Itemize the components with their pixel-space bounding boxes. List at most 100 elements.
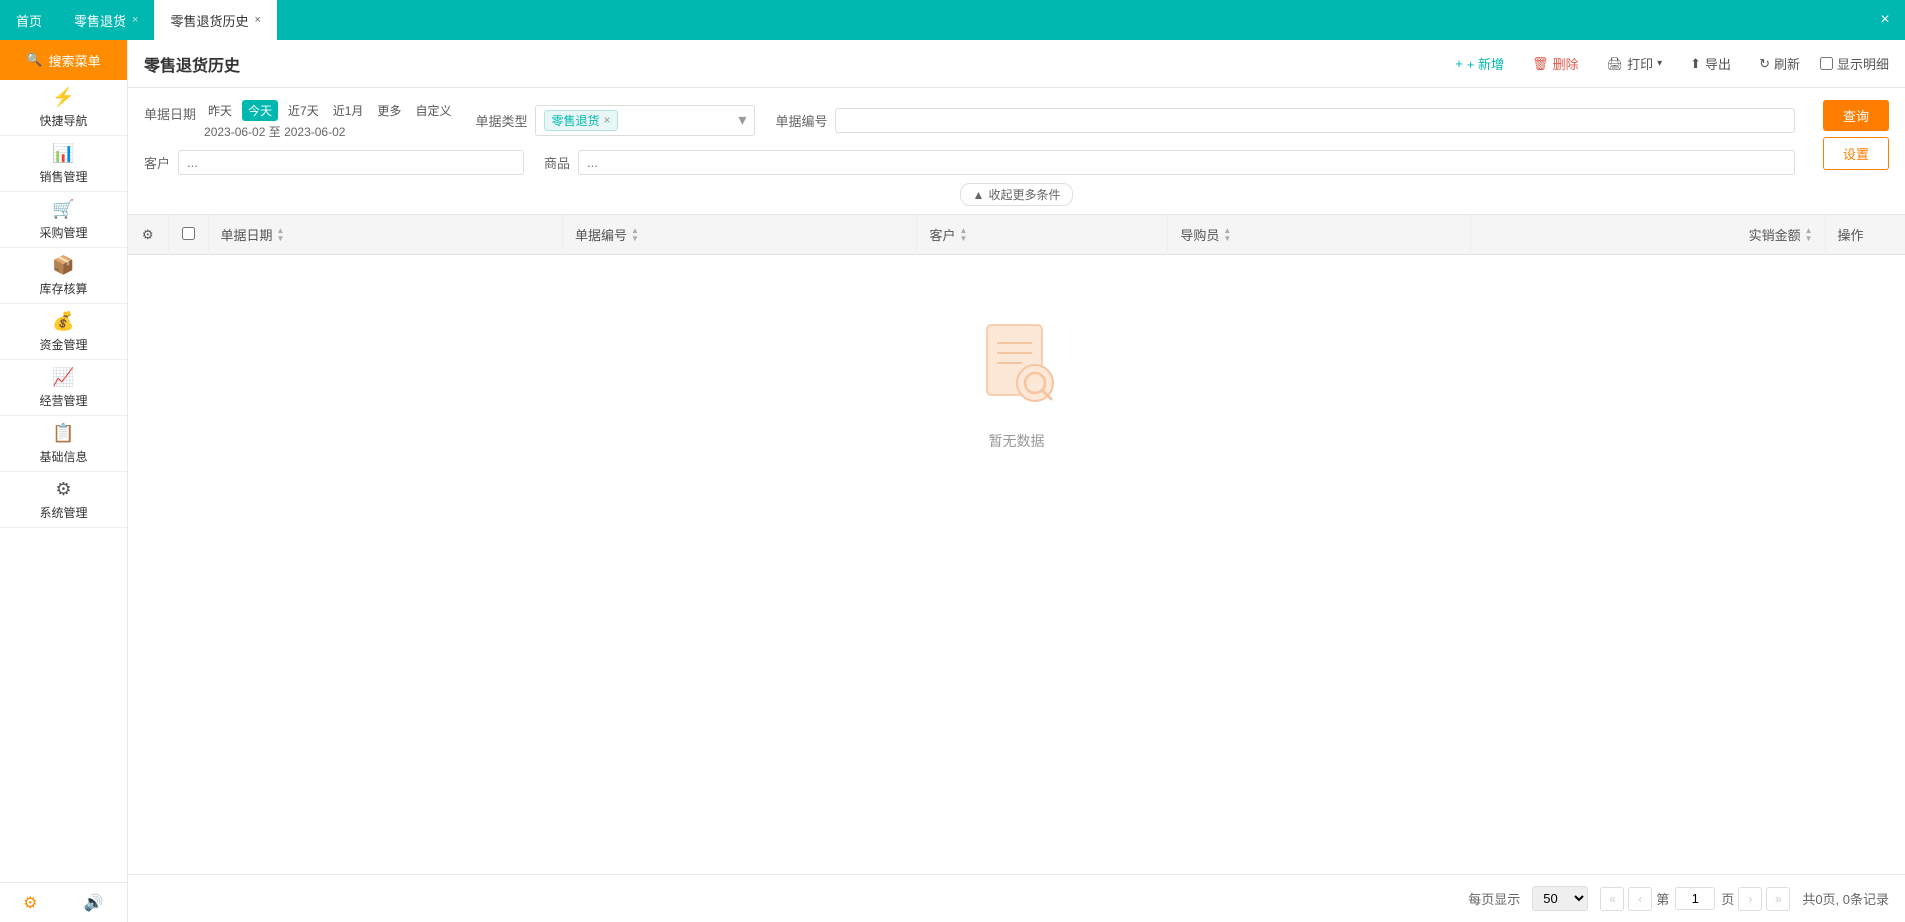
sidebar-search-label: 搜索菜单 (49, 51, 101, 70)
operations-icon: 📈 (52, 367, 74, 388)
sidebar-settings-button[interactable]: ⚙ (23, 893, 37, 913)
quick-nav-icon: ⚡ (52, 87, 74, 108)
th-settings[interactable]: ⚙ (128, 215, 168, 255)
page-size-select[interactable]: 10 20 50 100 (1532, 886, 1588, 911)
date-option-today[interactable]: 今天 (242, 100, 278, 121)
sidebar-item-operations[interactable]: 📈 经营管理 (0, 360, 127, 416)
tab-retail-return-history-close[interactable]: × (254, 14, 260, 26)
voucher-filter-input[interactable] (844, 113, 1786, 128)
th-checkbox[interactable] (168, 215, 208, 255)
tab-retail-return-close[interactable]: × (132, 14, 138, 26)
purchase-icon: 🛒 (52, 199, 74, 220)
sidebar-item-basic-info-label: 基础信息 (39, 448, 87, 465)
query-button[interactable]: 查询 (1823, 100, 1889, 131)
customer-filter-label: 客户 (144, 153, 170, 172)
type-tag-remove[interactable]: × (603, 113, 610, 127)
th-guide[interactable]: 导购员 ▲▼ (1168, 215, 1471, 255)
collapse-up-icon: ▲ (973, 188, 985, 202)
select-all-checkbox[interactable] (182, 227, 195, 240)
th-amount[interactable]: 实销金额 ▲▼ (1470, 215, 1825, 255)
date-option-yesterday[interactable]: 昨天 (204, 100, 236, 121)
th-voucher-label: 单据编号 (575, 225, 627, 244)
sort-amount-arrows: ▲▼ (1805, 227, 1813, 243)
th-action: 操作 (1825, 215, 1905, 255)
page-number-input[interactable] (1675, 887, 1715, 910)
new-label: + 新增 (1467, 54, 1504, 73)
customer-filter-input[interactable] (187, 155, 515, 170)
new-button[interactable]: + + 新增 (1447, 50, 1512, 77)
settings-gear-icon[interactable]: ⚙ (142, 227, 154, 242)
search-icon: 🔍 (26, 52, 42, 68)
sidebar-item-inventory[interactable]: 📦 库存核算 (0, 248, 127, 304)
display-detail-check[interactable] (1820, 57, 1833, 70)
refresh-button[interactable]: ↻ 刷新 (1751, 50, 1808, 77)
th-amount-label: 实销金额 (1749, 225, 1801, 244)
sidebar-item-finance[interactable]: 💰 资金管理 (0, 304, 127, 360)
th-date[interactable]: 单据日期 ▲▼ (208, 215, 562, 255)
sidebar-item-system[interactable]: ⚙ 系统管理 (0, 472, 127, 528)
last-page-button[interactable]: » (1766, 887, 1790, 911)
date-range-display: 2023-06-02 至 2023-06-02 (204, 123, 455, 140)
tab-retail-return-history[interactable]: 零售退货历史 × (154, 0, 276, 40)
sidebar-audio-button[interactable]: 🔊 (84, 893, 104, 913)
tab-retail-return[interactable]: 零售退货 × (58, 0, 154, 40)
sort-customer-arrows: ▲▼ (959, 227, 967, 243)
th-customer-label: 客户 (929, 225, 955, 244)
refresh-icon: ↻ (1759, 56, 1770, 72)
basic-info-icon: 📋 (52, 423, 74, 444)
data-table: ⚙ 单据日期 ▲▼ 单据编号 (128, 215, 1905, 255)
sidebar-item-basic-info[interactable]: 📋 基础信息 (0, 416, 127, 472)
empty-state: 暂无数据 (128, 255, 1905, 511)
pagination-bar: 每页显示 10 20 50 100 « ‹ 第 页 › » 共0页, 0条记录 (128, 874, 1905, 922)
date-option-1month[interactable]: 近1月 (329, 100, 368, 121)
delete-label: 删除 (1553, 54, 1579, 73)
date-option-more[interactable]: 更多 (373, 100, 405, 121)
toolbar: + + 新增 🗑 删除 🖨 打印 ▾ ⬆ 导出 ↻ (1447, 50, 1889, 77)
goods-filter-label: 商品 (544, 153, 570, 172)
sort-voucher[interactable]: 单据编号 ▲▼ (575, 225, 904, 244)
next-page-button[interactable]: › (1738, 887, 1762, 911)
sidebar-item-quick-nav[interactable]: ⚡ 快捷导航 (0, 80, 127, 136)
th-customer[interactable]: 客户 ▲▼ (917, 215, 1168, 255)
sort-date[interactable]: 单据日期 ▲▼ (221, 225, 550, 244)
print-icon: 🖨 (1607, 56, 1624, 72)
display-detail-checkbox[interactable]: 显示明细 (1820, 54, 1889, 73)
content-area: 零售退货历史 + + 新增 🗑 删除 🖨 打印 ▾ ⬆ 导出 (128, 40, 1905, 922)
th-action-label: 操作 (1838, 228, 1864, 243)
first-page-button[interactable]: « (1600, 887, 1624, 911)
collapse-button[interactable]: ▲ 收起更多条件 (960, 183, 1074, 206)
refresh-label: 刷新 (1774, 54, 1800, 73)
date-filter-label: 单据日期 (144, 104, 196, 123)
page-label: 第 (1656, 889, 1669, 908)
print-chevron-icon: ▾ (1657, 58, 1662, 69)
goods-filter-input[interactable] (587, 155, 1786, 170)
sidebar-item-purchase[interactable]: 🛒 采购管理 (0, 192, 127, 248)
new-icon: + (1455, 56, 1463, 71)
sidebar-nav: ⚡ 快捷导航 📊 销售管理 🛒 采购管理 📦 库存核算 💰 资金管理 📈 (0, 80, 127, 882)
filter-area: 单据日期 昨天 今天 近7天 近1月 更多 自定义 2 (128, 88, 1905, 215)
page-size-label: 每页显示 (1468, 889, 1520, 908)
sidebar-search-button[interactable]: 🔍 搜索菜单 (0, 40, 127, 80)
sales-icon: 📊 (52, 143, 74, 164)
sort-guide[interactable]: 导购员 ▲▼ (1180, 225, 1458, 244)
date-option-7days[interactable]: 近7天 (284, 100, 323, 121)
export-button[interactable]: ⬆ 导出 (1682, 50, 1739, 77)
delete-icon: 🗑 (1532, 56, 1549, 72)
th-voucher-no[interactable]: 单据编号 ▲▼ (562, 215, 916, 255)
tab-home[interactable]: 首页 (0, 0, 58, 40)
prev-page-button[interactable]: ‹ (1628, 887, 1652, 911)
window-close-button[interactable]: × (1865, 0, 1905, 40)
print-button[interactable]: 🖨 打印 ▾ (1599, 50, 1671, 77)
voucher-filter-label: 单据编号 (775, 111, 827, 130)
tab-bar: 首页 零售退货 × 零售退货历史 × (0, 0, 1865, 40)
type-filter-select[interactable]: 零售退货 × ▾ (535, 105, 755, 136)
th-guide-label: 导购员 (1180, 225, 1219, 244)
inventory-icon: 📦 (52, 255, 74, 276)
sort-amount[interactable]: 实销金额 ▲▼ (1483, 225, 1813, 244)
sidebar-item-sales[interactable]: 📊 销售管理 (0, 136, 127, 192)
delete-button[interactable]: 🗑 删除 (1524, 50, 1587, 77)
sort-customer[interactable]: 客户 ▲▼ (929, 225, 1155, 244)
sidebar: 🔍 搜索菜单 ⚡ 快捷导航 📊 销售管理 🛒 采购管理 📦 库存核算 💰 (0, 40, 128, 922)
settings-button[interactable]: 设置 (1823, 137, 1889, 170)
date-option-custom[interactable]: 自定义 (411, 100, 455, 121)
